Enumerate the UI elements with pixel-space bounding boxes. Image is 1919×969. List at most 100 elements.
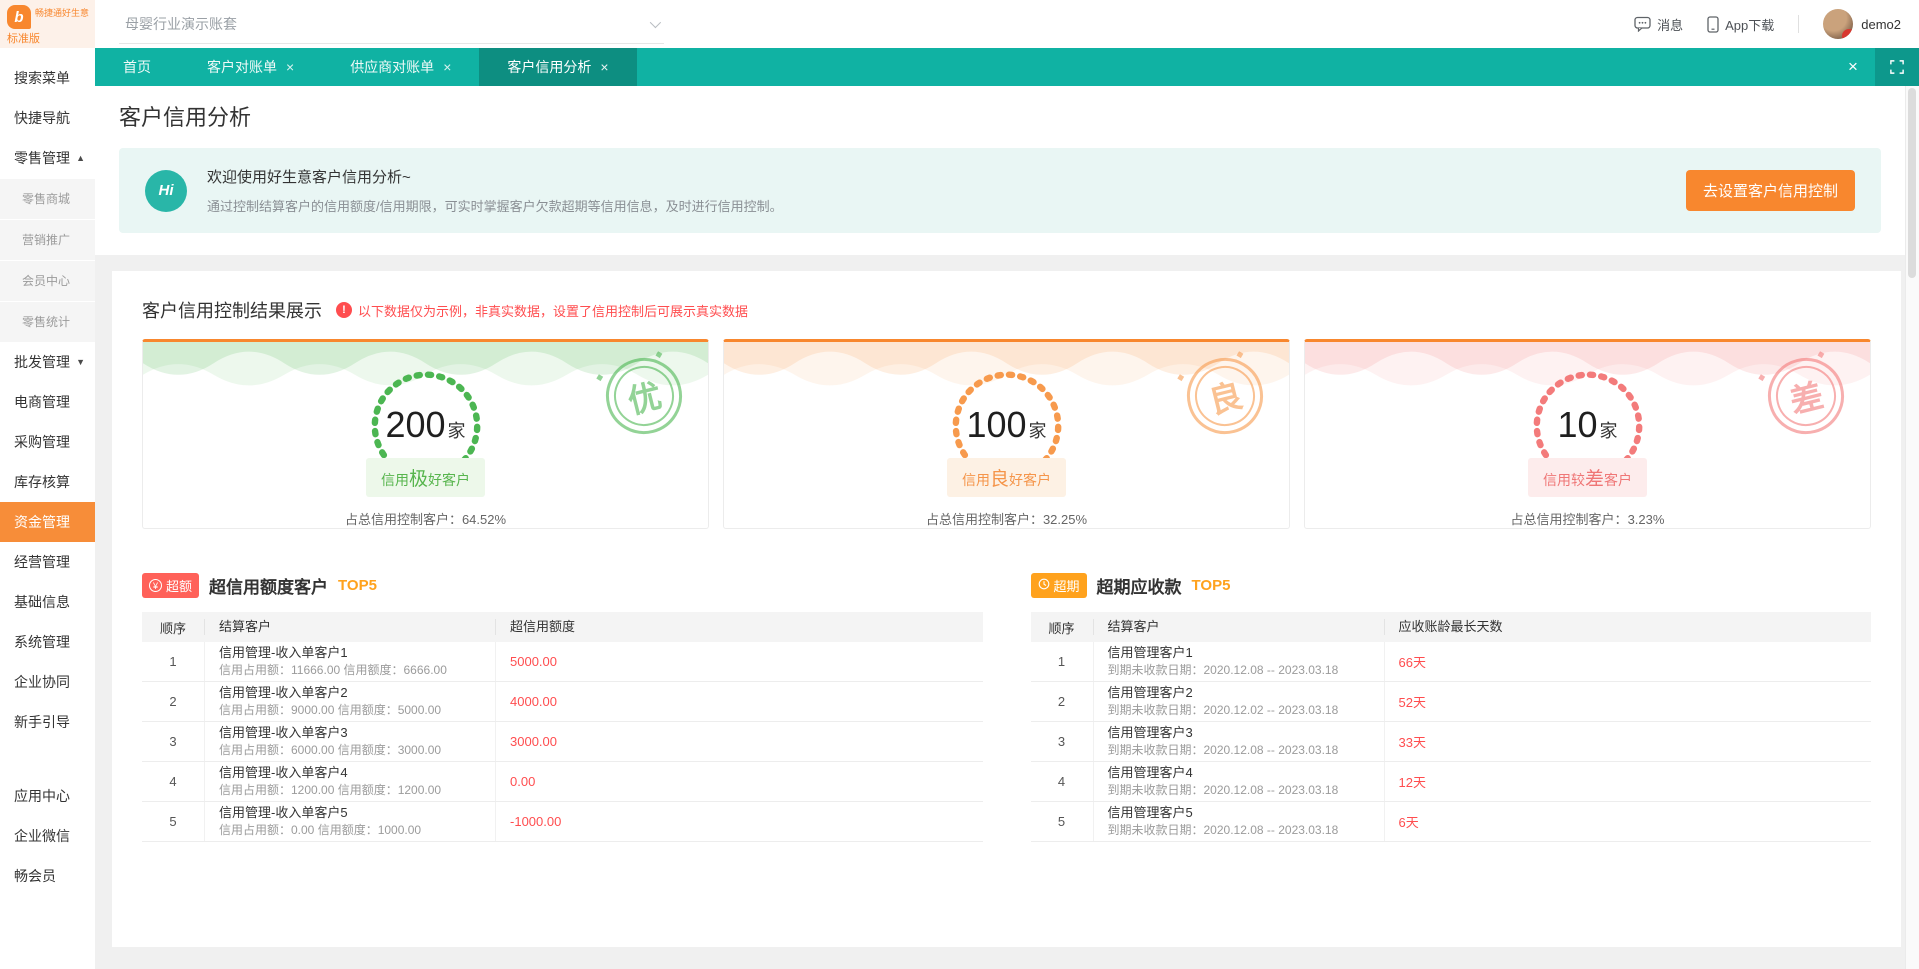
top5-label: TOP5 [1191,577,1231,594]
credit-gauge: 10 家 [1503,364,1673,474]
fullscreen-icon [1890,60,1904,74]
page-tab-label: 首页 [123,59,151,75]
customer-detail: 到期未收款日期：2020.12.08 -- 2023.03.18 [1107,662,1339,677]
customer-name: 信用管理-收入单客户3 [219,725,348,741]
customer-detail: 信用占用额：0.00 信用额度：1000.00 [219,822,422,837]
account-select[interactable]: 母婴行业演示账套 [119,5,664,44]
sidebar-item[interactable]: 系统管理 [0,622,95,662]
page-tab[interactable]: 客户信用分析 × [479,48,637,86]
row-index: 2 [1057,694,1066,709]
username: demo2 [1861,16,1901,32]
over-credit-amount: 0.00 [495,762,982,801]
sidebar-item-label: 采购管理 [14,434,70,450]
page-tab[interactable]: 首页 [95,48,179,86]
customer-cell: 信用管理-收入单客户3 信用占用额：6000.00 信用额度：3000.00 [204,722,495,761]
over-credit-table: ¥ 超额 超信用额度客户 TOP5 顺序 结算客户 超信用额度 1 信用管理-收… [142,573,983,842]
tab-close-icon[interactable]: × [443,59,451,75]
sidebar-item[interactable]: 零售商城 [0,179,95,219]
sidebar-item[interactable]: 营销推广 [0,220,95,260]
sidebar-item[interactable]: 搜索菜单 [0,58,95,98]
yen-circle-icon: ¥ [149,579,162,592]
sidebar-item-label: 应用中心 [14,788,70,804]
sidebar-item-label: 基础信息 [14,594,70,610]
row-index: 1 [1057,654,1066,669]
sidebar-item[interactable]: 采购管理 [0,422,95,462]
page-tab-label: 供应商对账单 [350,59,435,75]
row-index: 1 [169,654,177,669]
customer-name: 信用管理-收入单客户1 [219,645,348,661]
credit-summary-card: 10 家 信用较差客户 占总信用控制客户：3.23% 差 [1304,339,1871,529]
messages-button[interactable]: 消息 [1634,15,1683,34]
customer-name: 信用管理客户5 [1107,805,1193,821]
credit-grade-tag: 信用极好客户 [365,458,485,497]
warning-icon: ! [336,302,352,318]
fullscreen-button[interactable] [1875,48,1919,86]
top5-label: TOP5 [338,577,377,594]
sidebar-item[interactable]: 会员中心 [0,261,95,301]
customer-cell: 信用管理-收入单客户1 信用占用额：11666.00 信用额度：6666.00 [204,642,495,681]
table-row: 3 信用管理客户3 到期未收款日期：2020.12.08 -- 2023.03.… [1030,722,1871,762]
app-download-button[interactable]: App下载 [1707,15,1774,34]
sidebar-item[interactable]: 基础信息 [0,582,95,622]
credit-grade-tag: 信用良好客户 [946,458,1066,497]
sidebar-item[interactable]: 应用中心 [0,776,95,816]
over-credit-amount: 3000.00 [495,722,982,761]
sidebar-item-label: 快捷导航 [14,110,70,126]
sidebar-item-label: 系统管理 [14,634,70,650]
tab-close-icon[interactable]: × [600,59,608,75]
sidebar-item[interactable]: 新手引导 [0,702,95,742]
welcome-banner: Hi 欢迎使用好生意客户信用分析~ 通过控制结算客户的信用额度/信用期限，可实时… [119,148,1881,233]
credit-gauge: 200 家 [341,364,511,474]
sidebar-item[interactable]: 库存核算 [0,462,95,502]
sidebar-item[interactable]: 企业协同 [0,662,95,702]
table-row: 4 信用管理-收入单客户4 信用占用额：1200.00 信用额度：1200.00… [142,762,983,802]
credit-gauge: 100 家 [922,364,1092,474]
sidebar-item[interactable]: 零售管理 ▲ [0,138,95,178]
tab-close-icon[interactable]: × [286,59,294,75]
table-row: 1 信用管理客户1 到期未收款日期：2020.12.08 -- 2023.03.… [1030,642,1871,682]
setup-credit-control-button[interactable]: 去设置客户信用控制 [1685,170,1855,211]
tab-bar: 首页 客户对账单 × 供应商对账单 × 客户信用分析 × × [95,48,1919,86]
overdue-badge: 超期 [1030,573,1087,598]
row-index: 5 [169,814,177,829]
page-tab[interactable]: 供应商对账单 × [322,48,479,86]
scrollbar-thumb[interactable] [1908,88,1916,278]
sidebar-item[interactable]: 批发管理 ▼ [0,342,95,382]
vertical-scrollbar [1905,86,1919,969]
overdue-receivable-table: 超期 超期应收款 TOP5 顺序 结算客户 应收账龄最长天数 1 信用管理客户1… [1030,573,1871,842]
sample-data-notice: ! 以下数据仅为示例，非真实数据，设置了信用控制后可展示真实数据 [336,301,748,320]
row-index: 4 [169,774,177,789]
row-index: 4 [1057,774,1066,789]
over-credit-badge: ¥ 超额 [142,573,200,598]
over-credit-amount: 5000.00 [495,642,982,681]
sidebar-item[interactable]: 零售统计 [0,302,95,342]
sample-data-notice-text: 以下数据仅为示例，非真实数据，设置了信用控制后可展示真实数据 [358,303,749,319]
user-menu[interactable]: demo2 [1823,9,1901,39]
customer-name: 信用管理客户2 [1107,685,1193,701]
page-tab[interactable]: 客户对账单 × [179,48,322,86]
sidebar-item[interactable]: 资金管理 [0,502,95,542]
sidebar-item-label: 畅会员 [14,868,56,884]
expand-arrow-icon: ▲ [76,153,85,163]
customer-name: 信用管理客户1 [1107,645,1193,661]
phone-icon [1707,15,1719,33]
overdue-days: 33天 [1383,722,1871,761]
expand-arrow-icon: ▼ [76,357,85,367]
sidebar-item[interactable]: 电商管理 [0,382,95,422]
credit-summary-card: 100 家 信用良好客户 占总信用控制客户：32.25% 良 [723,339,1290,529]
sidebar-item-label: 资金管理 [14,514,70,530]
sidebar-item-label: 库存核算 [14,474,70,490]
customer-detail: 信用占用额：11666.00 信用额度：6666.00 [219,662,447,677]
sidebar-item[interactable]: 经营管理 [0,542,95,582]
sidebar-item-label: 营销推广 [22,232,71,247]
brand-name: 畅捷通好生意 [35,8,90,18]
customer-cell: 信用管理-收入单客户5 信用占用额：0.00 信用额度：1000.00 [204,802,495,841]
sidebar-item[interactable]: 畅会员 [0,856,95,896]
customer-cell: 信用管理客户5 到期未收款日期：2020.12.08 -- 2023.03.18 [1092,802,1384,841]
close-all-tabs-button[interactable]: × [1831,48,1875,86]
over-credit-amount: 4000.00 [495,682,982,721]
customer-detail: 到期未收款日期：2020.12.02 -- 2023.03.18 [1107,702,1339,717]
sidebar-item-label: 批发管理 [14,354,70,370]
sidebar-item[interactable]: 企业微信 [0,816,95,856]
sidebar-item[interactable]: 快捷导航 [0,98,95,138]
